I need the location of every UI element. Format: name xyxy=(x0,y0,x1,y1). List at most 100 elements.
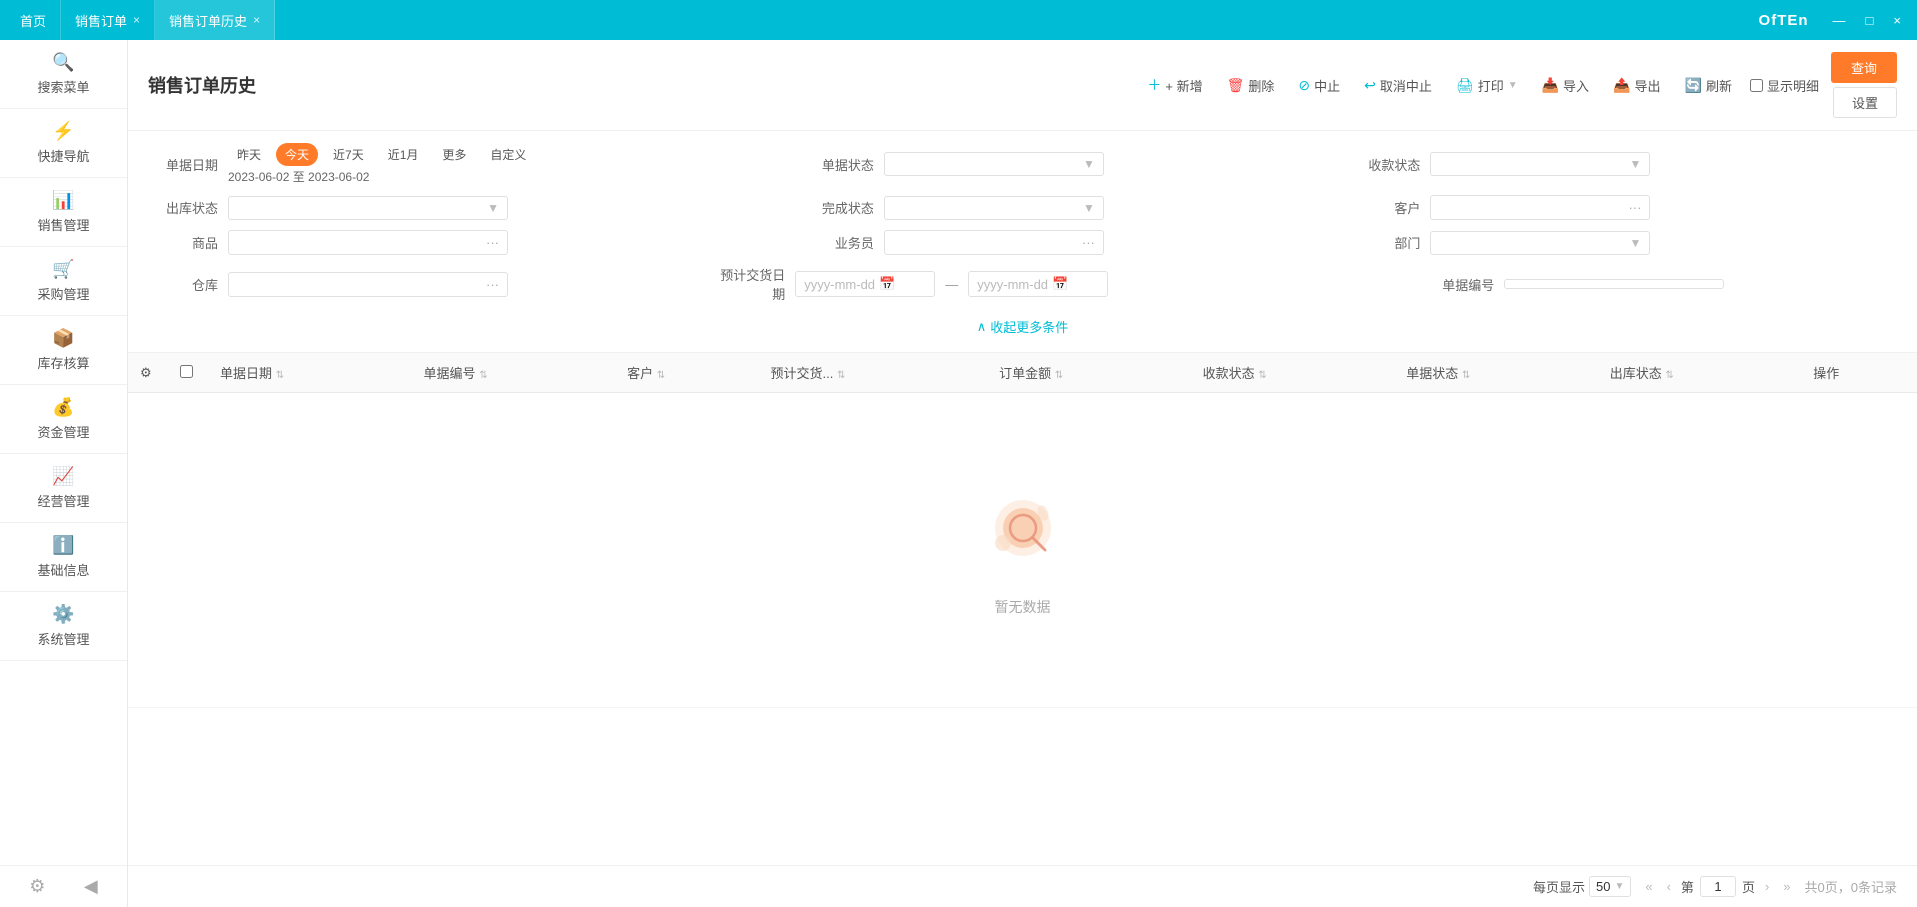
col-payment-status[interactable]: 收款状态 ⇅ xyxy=(1191,353,1395,393)
sidebar-item-finance-label: 资金管理 xyxy=(37,422,89,441)
sidebar-item-quick-nav[interactable]: ⚡ 快捷导航 xyxy=(0,109,127,178)
current-page-input[interactable] xyxy=(1700,876,1736,897)
filter-settings-btn[interactable]: 设置 xyxy=(1833,87,1897,118)
salesperson-dots[interactable]: ··· xyxy=(1082,235,1095,250)
date-more[interactable]: 更多 xyxy=(433,143,475,166)
stop-btn-label: 中止 xyxy=(1314,76,1340,95)
delivery-date-start-input[interactable]: yyyy-mm-dd 📅 xyxy=(795,271,935,297)
sidebar-collapse-btn[interactable]: ◀ xyxy=(84,876,98,897)
col-customer-sort[interactable]: ⇅ xyxy=(657,370,665,381)
date-custom[interactable]: 自定义 xyxy=(481,143,535,166)
prev-page-btn[interactable]: ‹ xyxy=(1663,877,1675,896)
query-btn[interactable]: 查询 xyxy=(1831,52,1897,83)
window-controls: OfTEn — □ × xyxy=(1759,12,1907,29)
col-order-status[interactable]: 单据状态 ⇅ xyxy=(1394,353,1598,393)
warehouse-dots[interactable]: ··· xyxy=(486,277,499,292)
maximize-btn[interactable]: □ xyxy=(1860,13,1880,28)
warehouse-input[interactable]: ··· xyxy=(228,272,508,297)
col-date[interactable]: 单据日期 ⇅ xyxy=(208,353,412,393)
date-today[interactable]: 今天 xyxy=(276,143,318,166)
refresh-icon: 🔄 xyxy=(1685,77,1702,94)
minimize-btn[interactable]: — xyxy=(1827,13,1852,28)
tab-home[interactable]: 首页 xyxy=(10,0,61,40)
date-range-display: 2023-06-02 至 2023-06-02 xyxy=(228,168,535,185)
sidebar-item-search[interactable]: 🔍 搜索菜单 xyxy=(0,40,127,109)
col-delivery-date-sort[interactable]: ⇅ xyxy=(837,370,845,381)
print-dropdown-icon[interactable]: ▼ xyxy=(1508,80,1518,91)
sidebar-item-purchase-label: 采购管理 xyxy=(37,284,89,303)
import-btn[interactable]: 📥 导入 xyxy=(1536,72,1595,99)
date-1month[interactable]: 近1月 xyxy=(379,143,428,166)
table-settings-col[interactable]: ⚙ xyxy=(128,353,168,393)
import-btn-label: 导入 xyxy=(1563,76,1589,95)
col-amount-sort[interactable]: ⇅ xyxy=(1055,370,1063,381)
customer-input[interactable]: ··· xyxy=(1430,195,1650,220)
date-7days[interactable]: 近7天 xyxy=(324,143,373,166)
col-delivery-date[interactable]: 预计交货... ⇅ xyxy=(759,353,988,393)
cancel-stop-btn[interactable]: ↩ 取消中止 xyxy=(1358,72,1438,99)
col-customer[interactable]: 客户 ⇅ xyxy=(615,353,758,393)
sidebar-item-finance[interactable]: 💰 资金管理 xyxy=(0,385,127,454)
first-page-btn[interactable]: « xyxy=(1641,877,1656,896)
tab-sales-history[interactable]: 销售订单历史 × xyxy=(155,0,275,40)
customer-section: 客户 ··· xyxy=(1350,195,1897,220)
tab-sales-history-close[interactable]: × xyxy=(253,13,260,27)
filter-row-4: 仓库 ··· 预计交货日期 yyyy-mm-dd 📅 — yyyy xyxy=(148,265,1897,303)
new-btn[interactable]: ＋ + 新增 xyxy=(1141,71,1208,99)
payment-status-section: 收款状态 ▼ xyxy=(1350,152,1897,176)
sidebar-item-sales[interactable]: 📊 销售管理 xyxy=(0,178,127,247)
stop-btn[interactable]: ⊘ 中止 xyxy=(1292,72,1346,99)
delivery-date-end-input[interactable]: yyyy-mm-dd 📅 xyxy=(968,271,1108,297)
basic-info-icon: ℹ️ xyxy=(52,535,74,556)
display-cols-check[interactable] xyxy=(1750,79,1763,92)
main-layout: 🔍 搜索菜单 ⚡ 快捷导航 📊 销售管理 🛒 采购管理 📦 库存核算 💰 资金管… xyxy=(0,40,1917,907)
print-btn[interactable]: 🖨 打印 ▼ xyxy=(1450,72,1524,99)
col-delivery-status-sort[interactable]: ⇅ xyxy=(1665,370,1673,381)
product-input[interactable]: ··· xyxy=(228,230,508,255)
sidebar-settings-btn[interactable]: ⚙ xyxy=(29,876,45,897)
complete-status-select[interactable]: ▼ xyxy=(884,196,1104,220)
department-select[interactable]: ▼ xyxy=(1430,231,1650,255)
col-delivery-status[interactable]: 出库状态 ⇅ xyxy=(1598,353,1802,393)
col-order-status-sort[interactable]: ⇅ xyxy=(1462,370,1470,381)
payment-status-select[interactable]: ▼ xyxy=(1430,152,1650,176)
tab-sales-order[interactable]: 销售订单 × xyxy=(61,0,155,40)
delivery-status-select[interactable]: ▼ xyxy=(228,196,508,220)
next-page-btn[interactable]: › xyxy=(1761,877,1773,896)
order-status-arrow: ▼ xyxy=(1083,157,1095,171)
col-number-sort[interactable]: ⇅ xyxy=(479,370,487,381)
delete-btn[interactable]: 🗑 删除 xyxy=(1221,72,1281,99)
sidebar-item-purchase[interactable]: 🛒 采购管理 xyxy=(0,247,127,316)
display-cols-checkbox[interactable]: 显示明细 xyxy=(1750,76,1819,95)
sidebar-item-operations[interactable]: 📈 经营管理 xyxy=(0,454,127,523)
collapse-row[interactable]: ∧ 收起更多条件 xyxy=(148,313,1897,340)
sidebar-item-system[interactable]: ⚙️ 系统管理 xyxy=(0,592,127,661)
calendar-start-icon[interactable]: 📅 xyxy=(879,276,895,292)
sidebar-item-basic-info[interactable]: ℹ️ 基础信息 xyxy=(0,523,127,592)
quick-nav-icon: ⚡ xyxy=(52,121,74,142)
delivery-date-label: 预计交货日期 xyxy=(715,265,795,303)
order-status-select[interactable]: ▼ xyxy=(884,152,1104,176)
salesperson-input[interactable]: ··· xyxy=(884,230,1104,255)
col-payment-status-sort[interactable]: ⇅ xyxy=(1258,370,1266,381)
col-amount[interactable]: 订单金额 ⇅ xyxy=(987,353,1191,393)
refresh-btn[interactable]: 🔄 刷新 xyxy=(1679,72,1738,99)
order-number-input[interactable] xyxy=(1504,279,1724,289)
select-all-checkbox[interactable] xyxy=(180,365,193,378)
col-number[interactable]: 单据编号 ⇅ xyxy=(412,353,616,393)
export-icon: 📤 xyxy=(1613,77,1630,94)
purchase-icon: 🛒 xyxy=(52,259,74,280)
page-size-selector[interactable]: 50 ▼ xyxy=(1589,876,1631,897)
col-date-sort[interactable]: ⇅ xyxy=(276,370,284,381)
date-yesterday[interactable]: 昨天 xyxy=(228,143,270,166)
product-dots[interactable]: ··· xyxy=(486,235,499,250)
export-btn[interactable]: 📤 导出 xyxy=(1607,72,1666,99)
calendar-end-icon[interactable]: 📅 xyxy=(1052,276,1068,292)
sidebar-item-inventory[interactable]: 📦 库存核算 xyxy=(0,316,127,385)
product-label: 商品 xyxy=(148,233,228,252)
customer-dots[interactable]: ··· xyxy=(1628,200,1641,215)
tab-sales-order-close[interactable]: × xyxy=(133,13,140,27)
close-btn[interactable]: × xyxy=(1887,13,1907,28)
last-page-btn[interactable]: » xyxy=(1779,877,1794,896)
date-filter-section: 单据日期 昨天 今天 近7天 近1月 更多 自定义 2023-06-02 至 2… xyxy=(148,143,804,185)
